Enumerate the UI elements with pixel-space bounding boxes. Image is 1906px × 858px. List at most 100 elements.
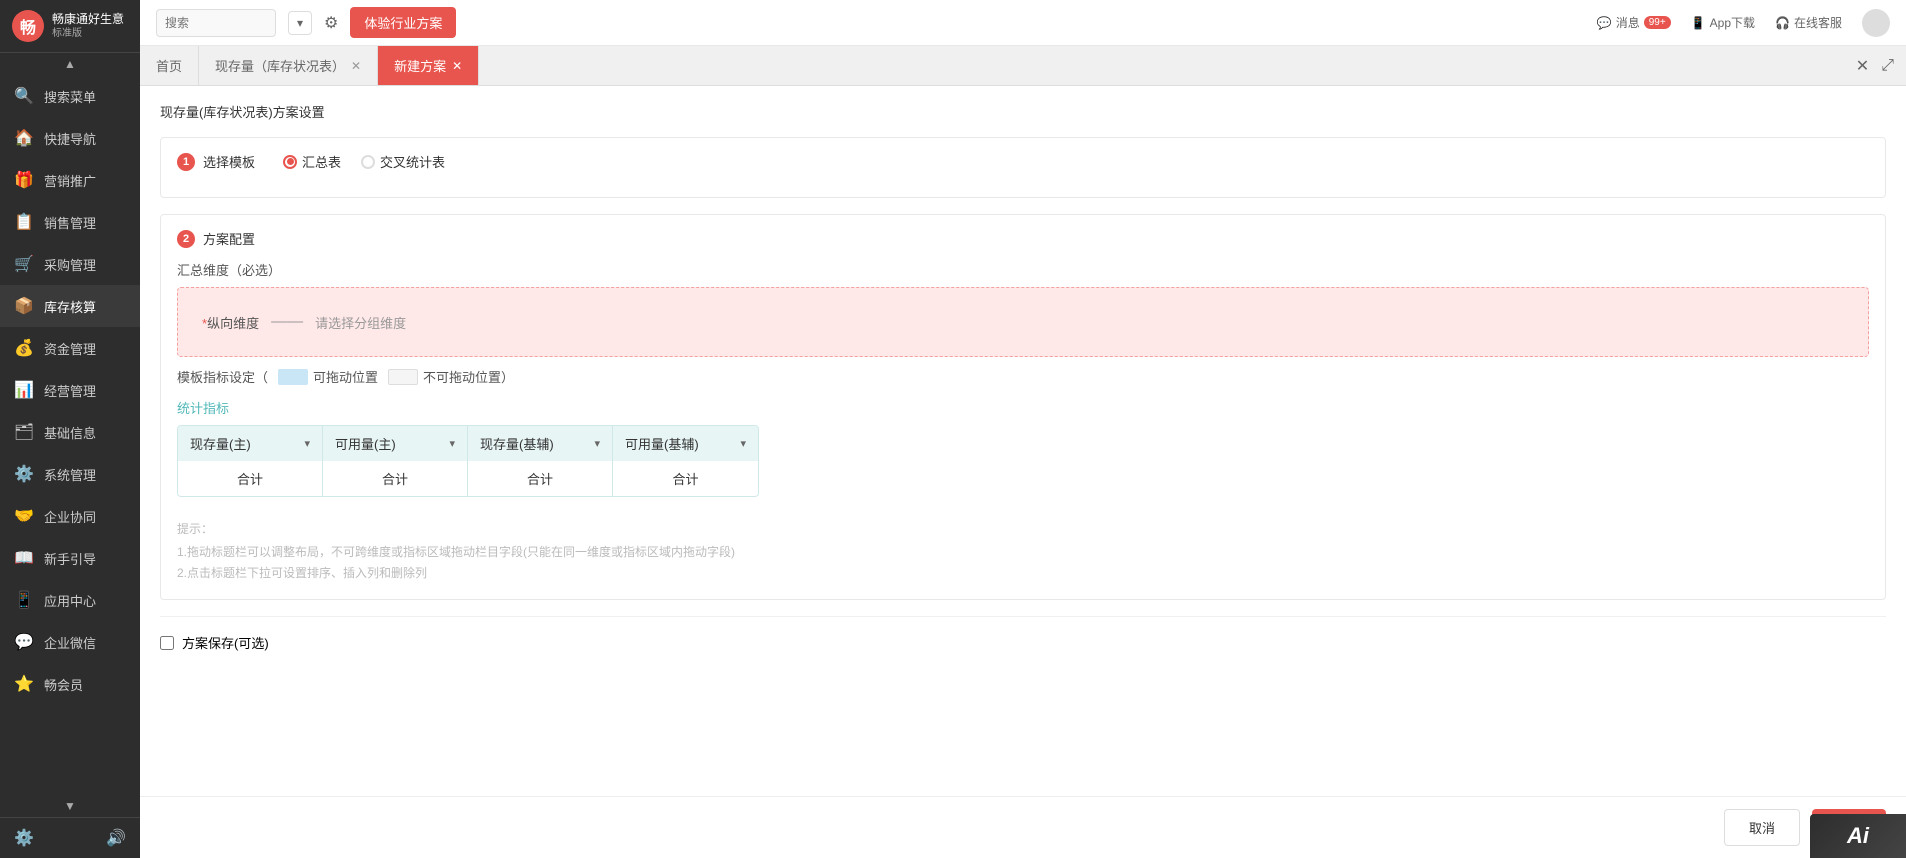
sidebar-item-member[interactable]: ⭐ 畅会员 xyxy=(0,663,140,705)
save-plan-label: 方案保存(可选) xyxy=(182,633,269,652)
sidebar-item-basic-info[interactable]: 🗂 基础信息 xyxy=(0,411,140,453)
radio-cross-label: 交叉统计表 xyxy=(380,152,445,171)
stats-col-2[interactable]: 现存量(基辅) ▾ xyxy=(468,426,613,461)
col-dropdown-3[interactable]: ▾ xyxy=(740,437,746,450)
col-dropdown-1[interactable]: ▾ xyxy=(449,437,455,450)
col-dropdown-2[interactable]: ▾ xyxy=(594,437,600,450)
stats-col-1[interactable]: 可用量(主) ▾ xyxy=(323,426,468,461)
ai-badge[interactable]: Ai xyxy=(1810,814,1906,858)
col-name-2: 现存量(基辅) xyxy=(480,434,594,453)
section-choose-template: 1 选择模板 汇总表 交叉统计表 xyxy=(160,137,1886,198)
sidebar-item-finance[interactable]: 💰 资金管理 xyxy=(0,327,140,369)
indicator-row: 模板指标设定（ 可拖动位置 不可拖动位置） xyxy=(177,367,1869,386)
system-icon: ⚙️ xyxy=(14,464,34,484)
sidebar-logo: 畅 畅康通好生意 标准版 xyxy=(0,0,140,53)
headset-icon: 🎧 xyxy=(1775,16,1790,30)
section1-title: 选择模板 xyxy=(203,152,255,171)
stats-table-body: 合计 合计 合计 合计 xyxy=(178,461,758,496)
sidebar-item-purchase[interactable]: 🛒 采购管理 xyxy=(0,243,140,285)
trial-btn[interactable]: 体验行业方案 xyxy=(350,7,456,38)
guide-icon: 📖 xyxy=(14,548,34,568)
app-download-btn[interactable]: 📱 App下载 xyxy=(1691,14,1755,31)
sales-icon: 📋 xyxy=(14,212,34,232)
sidebar-item-label: 快捷导航 xyxy=(44,129,96,148)
no-drag-indicator: 不可拖动位置） xyxy=(388,367,514,386)
sidebar-item-guide[interactable]: 📖 新手引导 xyxy=(0,537,140,579)
sidebar-item-label: 基础信息 xyxy=(44,423,96,442)
sidebar-item-sales[interactable]: 📋 销售管理 xyxy=(0,201,140,243)
main-area: ▾ ⚙ 体验行业方案 💬 消息 99+ 📱 App下载 🎧 在线客服 首页 xyxy=(140,0,1906,858)
stats-col-0[interactable]: 现存量(主) ▾ xyxy=(178,426,323,461)
avatar[interactable] xyxy=(1862,9,1890,37)
sidebar-item-search-menu[interactable]: 🔍 搜索菜单 xyxy=(0,75,140,117)
radio-cross-circle xyxy=(361,155,375,169)
section2-num: 2 xyxy=(177,230,195,248)
scroll-up-btn[interactable]: ▲ xyxy=(63,57,77,71)
tab-new-plan[interactable]: 新建方案 ✕ xyxy=(378,46,479,85)
section1-header: 1 选择模板 汇总表 交叉统计表 xyxy=(177,152,1869,171)
close-btn[interactable]: ✕ xyxy=(1856,56,1869,76)
dimension-required: *纵向维度 xyxy=(202,313,259,332)
expand-btn[interactable]: ⤢ xyxy=(1881,57,1894,75)
sidebar-item-app-center[interactable]: 📱 应用中心 xyxy=(0,579,140,621)
quick-nav-icon: 🏠 xyxy=(14,128,34,148)
sidebar-item-label: 新手引导 xyxy=(44,549,96,568)
sidebar-item-inventory[interactable]: 📦 库存核算 xyxy=(0,285,140,327)
sidebar-item-label: 应用中心 xyxy=(44,591,96,610)
sidebar-item-enterprise[interactable]: 🤝 企业协同 xyxy=(0,495,140,537)
tab-home[interactable]: 首页 xyxy=(140,46,199,85)
sidebar-item-label: 畅会员 xyxy=(44,675,83,694)
dropdown-btn[interactable]: ▾ xyxy=(288,11,312,35)
stats-cell-1: 合计 xyxy=(323,461,468,496)
tabs-bar: 首页 现存量（库存状况表） ✕ 新建方案 ✕ ✕ ⤢ xyxy=(140,46,1906,86)
app-logo-icon: 畅 xyxy=(12,10,44,42)
col-name-3: 可用量(基辅) xyxy=(625,434,740,453)
col-dropdown-0[interactable]: ▾ xyxy=(304,437,310,450)
sidebar-item-label: 库存核算 xyxy=(44,297,96,316)
window-btns: ✕ ⤢ xyxy=(1856,56,1906,76)
sidebar-item-wechat[interactable]: 💬 企业微信 xyxy=(0,621,140,663)
settings-icon[interactable]: ⚙️ xyxy=(14,828,34,848)
no-drag-box xyxy=(388,369,418,385)
sidebar-item-quick-nav[interactable]: 🏠 快捷导航 xyxy=(0,117,140,159)
online-service-btn[interactable]: 🎧 在线客服 xyxy=(1775,14,1842,31)
dimension-label: 汇总维度（必选） xyxy=(177,260,1869,279)
dimension-placeholder: 请选择分组维度 xyxy=(315,313,406,332)
message-badge: 99+ xyxy=(1644,16,1671,29)
draggable-indicator: 可拖动位置 xyxy=(278,367,378,386)
messages-btn[interactable]: 💬 消息 99+ xyxy=(1597,14,1671,31)
mobile-icon: 📱 xyxy=(1691,16,1706,30)
gear-icon[interactable]: ⚙ xyxy=(324,13,338,33)
scroll-down-btn[interactable]: ▼ xyxy=(63,799,77,813)
content-area: 现存量(库存状况表)方案设置 1 选择模板 汇总表 交叉统计表 xyxy=(140,86,1906,796)
basic-info-icon: 🗂 xyxy=(14,422,34,442)
template-radio-group: 汇总表 交叉统计表 xyxy=(283,152,445,171)
sidebar-item-system[interactable]: ⚙️ 系统管理 xyxy=(0,453,140,495)
cancel-button[interactable]: 取消 xyxy=(1724,809,1800,846)
sidebar: 畅 畅康通好生意 标准版 ▲ 🔍 搜索菜单 🏠 快捷导航 🎁 营销推广 📋 销售… xyxy=(0,0,140,858)
stats-col-3[interactable]: 可用量(基辅) ▾ xyxy=(613,426,758,461)
stats-table-header: 现存量(主) ▾ 可用量(主) ▾ 现存量(基辅) ▾ 可用量(基辅) ▾ xyxy=(178,426,758,461)
sidebar-item-label: 营销推广 xyxy=(44,171,96,190)
sidebar-item-operations[interactable]: 📊 经营管理 xyxy=(0,369,140,411)
indicator-settings-text: 模板指标设定（ xyxy=(177,367,268,386)
radio-cross[interactable]: 交叉统计表 xyxy=(361,152,445,171)
radio-summary[interactable]: 汇总表 xyxy=(283,152,341,171)
save-plan-checkbox[interactable] xyxy=(160,636,174,650)
stats-label: 统计指标 xyxy=(177,398,1869,417)
col-name-1: 可用量(主) xyxy=(335,434,449,453)
tab-close-inventory[interactable]: ✕ xyxy=(351,59,361,73)
inventory-tab-label: 现存量（库存状况表） xyxy=(215,56,345,75)
tab-close-new-plan[interactable]: ✕ xyxy=(452,59,462,73)
footer-btns: 取消 查询 xyxy=(140,796,1906,858)
radio-summary-circle xyxy=(283,155,297,169)
save-plan-row: 方案保存(可选) xyxy=(160,616,1886,668)
tab-inventory-status[interactable]: 现存量（库存状况表） ✕ xyxy=(199,46,378,85)
section2-header: 2 方案配置 xyxy=(177,229,1869,248)
sidebar-item-marketing[interactable]: 🎁 营销推广 xyxy=(0,159,140,201)
search-input[interactable] xyxy=(156,9,276,37)
dimension-box[interactable]: *纵向维度 —— 请选择分组维度 xyxy=(177,287,1869,357)
drag-box xyxy=(278,369,308,385)
sidebar-item-label: 企业协同 xyxy=(44,507,96,526)
sound-icon[interactable]: 🔊 xyxy=(106,828,126,848)
